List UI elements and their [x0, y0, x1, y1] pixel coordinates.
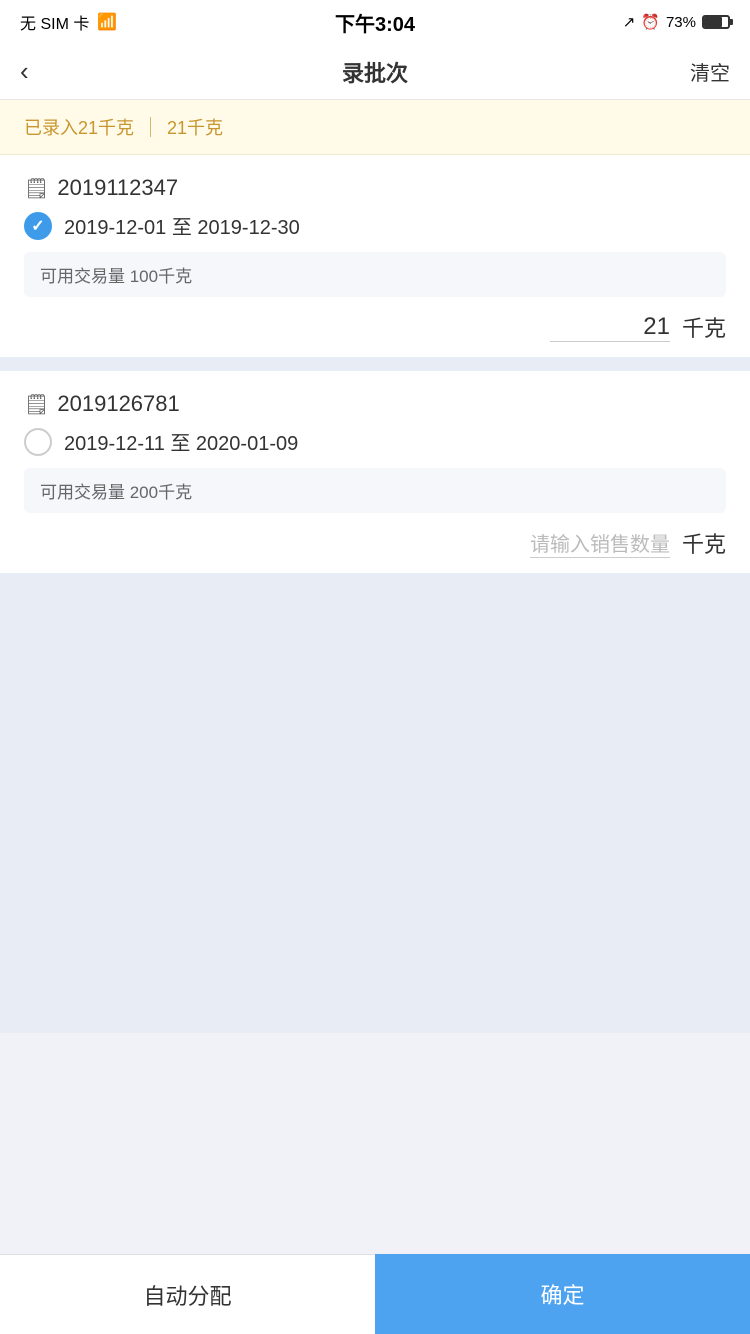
batch-1-radio[interactable]	[24, 212, 52, 240]
alarm-icon: ⏰	[641, 13, 660, 31]
batch-2-available: 可用交易量 200千克	[24, 468, 726, 513]
batch-item-2: 🗒 2019126781 2019-12-11 至 2020-01-09 可用交…	[0, 371, 750, 573]
batch-2-content: 🗒 2019126781 2019-12-11 至 2020-01-09 可用交…	[0, 371, 750, 513]
batch-2-icon: 🗒	[24, 392, 49, 417]
batch-item-1: 🗒 2019112347 2019-12-01 至 2019-12-30 可用交…	[0, 155, 750, 357]
batch-1-date-row[interactable]: 2019-12-01 至 2019-12-30	[24, 211, 726, 240]
batch-1-number: 2019112347	[57, 175, 178, 201]
page-title: 录批次	[342, 56, 408, 88]
battery-icon	[702, 15, 730, 29]
clear-button[interactable]: 清空	[690, 57, 730, 86]
batch-2-number-row: 🗒 2019126781	[24, 391, 726, 417]
status-left: 无 SIM 卡 📶	[20, 10, 117, 34]
batch-1-content: 🗒 2019112347 2019-12-01 至 2019-12-30 可用交…	[0, 155, 750, 297]
carrier-text: 无 SIM 卡	[20, 10, 89, 34]
bottom-bar: 自动分配 确定	[0, 1254, 750, 1334]
summary-banner: 已录入21千克 21千克	[0, 100, 750, 155]
batch-2-date: 2019-12-11 至 2020-01-09	[64, 427, 298, 456]
batch-1-available: 可用交易量 100千克	[24, 252, 726, 297]
wifi-icon: 📶	[97, 12, 117, 32]
batch-2-placeholder: 请输入销售数量	[530, 534, 670, 556]
batch-1-unit: 千克	[682, 311, 726, 343]
batch-1-date: 2019-12-01 至 2019-12-30	[64, 211, 300, 240]
batch-2-available-text: 可用交易量 200千克	[40, 483, 192, 502]
summary-label: 已录入21千克	[24, 114, 134, 140]
summary-divider	[150, 117, 151, 137]
section-gap-1	[0, 357, 750, 371]
batch-2-number: 2019126781	[57, 391, 179, 417]
batch-2-unit: 千克	[682, 527, 726, 559]
status-right: ↗ ⏰ 73%	[623, 13, 730, 31]
summary-value: 21千克	[167, 114, 223, 140]
batch-1-qty-row: 21 千克	[0, 297, 750, 357]
batch-2-date-row[interactable]: 2019-12-11 至 2020-01-09	[24, 427, 726, 456]
batch-2-qty-row: 请输入销售数量 千克	[0, 513, 750, 573]
batch-1-number-row: 🗒 2019112347	[24, 175, 726, 201]
battery-percent: 73%	[666, 14, 696, 31]
location-icon: ↗	[623, 13, 636, 31]
batch-1-qty-input[interactable]: 21	[550, 313, 670, 342]
batch-2-radio[interactable]	[24, 428, 52, 456]
batch-1-available-text: 可用交易量 100千克	[40, 267, 192, 286]
batch-1-icon: 🗒	[24, 176, 49, 201]
empty-area	[0, 573, 750, 1033]
back-button[interactable]: ‹	[20, 56, 29, 87]
auto-distribute-button[interactable]: 自动分配	[0, 1254, 375, 1334]
status-bar: 无 SIM 卡 📶 下午3:04 ↗ ⏰ 73%	[0, 0, 750, 44]
batch-2-qty-input[interactable]: 请输入销售数量	[530, 528, 670, 558]
batch-1-qty-value: 21	[643, 313, 670, 340]
confirm-button[interactable]: 确定	[375, 1254, 750, 1334]
status-time: 下午3:04	[335, 8, 415, 37]
nav-bar: ‹ 录批次 清空	[0, 44, 750, 100]
